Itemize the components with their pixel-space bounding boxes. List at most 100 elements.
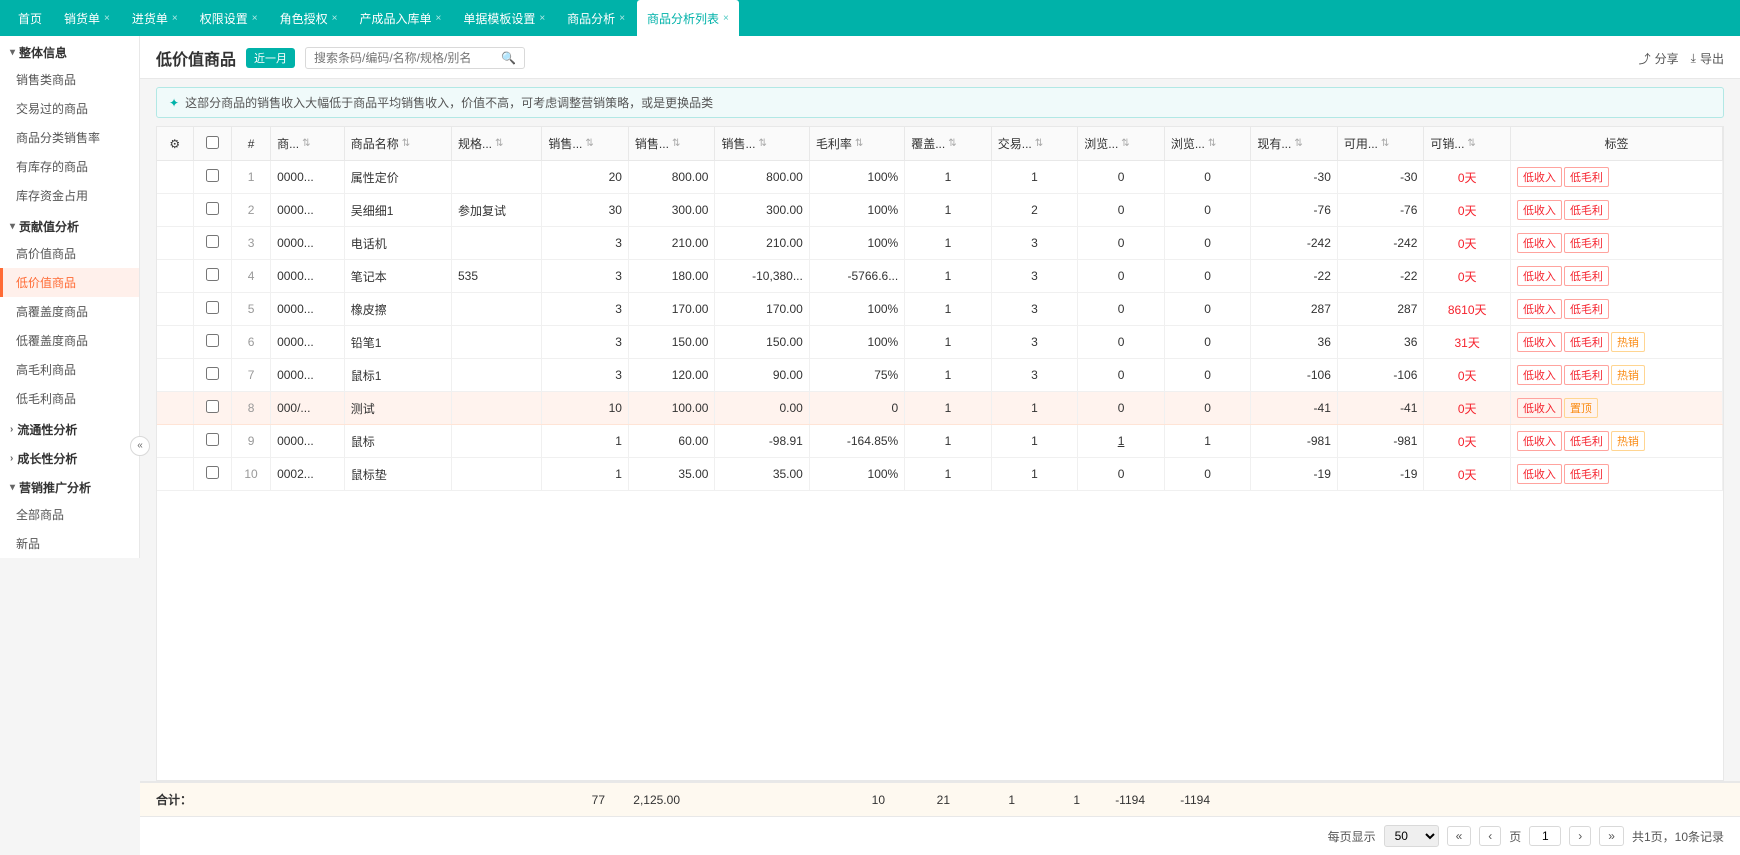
- sidebar-group-marketing[interactable]: ▾ 营销推广分析: [0, 471, 139, 500]
- row-gear[interactable]: [157, 392, 193, 425]
- row-name[interactable]: 吴细细1: [344, 194, 451, 227]
- code-sort-icon[interactable]: ⇅: [302, 138, 310, 149]
- row-gear[interactable]: [157, 227, 193, 260]
- next-page-button[interactable]: ›: [1569, 826, 1591, 846]
- name-column-header[interactable]: 商品名称⇅: [344, 127, 451, 161]
- available-sort-icon[interactable]: ⇅: [1381, 138, 1389, 149]
- nav-home[interactable]: 首页: [8, 0, 52, 36]
- row-gear[interactable]: [157, 359, 193, 392]
- last-page-button[interactable]: »: [1599, 826, 1624, 846]
- row-name[interactable]: 鼠标垫: [344, 458, 451, 491]
- sales-amt-column-header[interactable]: 销售...⇅: [628, 127, 715, 161]
- browse2-sort-icon[interactable]: ⇅: [1208, 138, 1216, 149]
- sellable-sort-icon[interactable]: ⇅: [1467, 138, 1475, 149]
- sales-qty-column-header[interactable]: 销售...⇅: [542, 127, 629, 161]
- first-page-button[interactable]: «: [1447, 826, 1472, 846]
- nav-analysis-list-close[interactable]: ×: [723, 13, 729, 24]
- sidebar-item-stocked-goods[interactable]: 有库存的商品: [0, 152, 139, 181]
- spec-column-header[interactable]: 规格...⇅: [451, 127, 541, 161]
- browse2-column-header[interactable]: 浏览...⇅: [1164, 127, 1251, 161]
- row-name[interactable]: 测试: [344, 392, 451, 425]
- coverage-column-header[interactable]: 覆盖...⇅: [905, 127, 992, 161]
- nav-product-in[interactable]: 产成品入库单 ×: [349, 0, 451, 36]
- row-gear[interactable]: [157, 161, 193, 194]
- browse1-sort-icon[interactable]: ⇅: [1121, 138, 1129, 149]
- sidebar-item-traded-goods[interactable]: 交易过的商品: [0, 94, 139, 123]
- sidebar-group-overall[interactable]: ▾ 整体信息: [0, 36, 139, 65]
- nav-template-close[interactable]: ×: [539, 13, 545, 24]
- row-checkbox[interactable]: [206, 169, 219, 182]
- sidebar-item-inventory-capital[interactable]: 库存资金占用: [0, 181, 139, 210]
- sidebar-item-high-margin[interactable]: 高毛利商品: [0, 355, 139, 384]
- browse1-column-header[interactable]: 浏览...⇅: [1078, 127, 1165, 161]
- nav-product-in-close[interactable]: ×: [435, 13, 441, 24]
- search-icon[interactable]: 🔍: [501, 51, 516, 65]
- gross-rate-column-header[interactable]: 毛利率⇅: [809, 127, 904, 161]
- row-gear[interactable]: [157, 260, 193, 293]
- sidebar-item-low-coverage[interactable]: 低覆盖度商品: [0, 326, 139, 355]
- nav-sales[interactable]: 销货单 ×: [54, 0, 120, 36]
- nav-purchase[interactable]: 进货单 ×: [122, 0, 188, 36]
- select-all-checkbox[interactable]: [206, 136, 219, 149]
- sidebar-item-low-margin[interactable]: 低毛利商品: [0, 384, 139, 413]
- time-range-tag[interactable]: 近一月: [246, 48, 295, 68]
- share-button[interactable]: ⤴ 分享: [1639, 50, 1679, 67]
- sales-cost-sort-icon[interactable]: ⇅: [758, 138, 766, 149]
- settings-column-header[interactable]: ⚙: [157, 127, 193, 161]
- sidebar-item-category-rate[interactable]: 商品分类销售率: [0, 123, 139, 152]
- sidebar-group-growth[interactable]: › 成长性分析: [0, 442, 139, 471]
- row-checkbox[interactable]: [206, 202, 219, 215]
- row-browse1[interactable]: 1: [1078, 425, 1165, 458]
- nav-permission[interactable]: 权限设置 ×: [190, 0, 268, 36]
- row-checkbox[interactable]: [206, 334, 219, 347]
- page-number-input[interactable]: [1529, 826, 1561, 846]
- row-gear[interactable]: [157, 293, 193, 326]
- sales-cost-column-header[interactable]: 销售...⇅: [715, 127, 809, 161]
- row-checkbox[interactable]: [206, 400, 219, 413]
- row-gear[interactable]: [157, 194, 193, 227]
- current-column-header[interactable]: 现有...⇅: [1251, 127, 1338, 161]
- row-name[interactable]: 橡皮擦: [344, 293, 451, 326]
- row-name[interactable]: 笔记本: [344, 260, 451, 293]
- coverage-sort-icon[interactable]: ⇅: [948, 138, 956, 149]
- row-name[interactable]: 鼠标: [344, 425, 451, 458]
- code-column-header[interactable]: 商...⇅: [271, 127, 345, 161]
- row-name[interactable]: 电话机: [344, 227, 451, 260]
- nav-role[interactable]: 角色授权 ×: [270, 0, 348, 36]
- sidebar-item-high-coverage[interactable]: 高覆盖度商品: [0, 297, 139, 326]
- nav-role-close[interactable]: ×: [332, 13, 338, 24]
- page-size-select[interactable]: 50 100: [1384, 825, 1439, 847]
- row-checkbox[interactable]: [206, 268, 219, 281]
- row-name[interactable]: 铅笔1: [344, 326, 451, 359]
- current-sort-icon[interactable]: ⇅: [1294, 138, 1302, 149]
- row-checkbox[interactable]: [206, 301, 219, 314]
- sidebar-group-contribution[interactable]: ▾ 贡献值分析: [0, 210, 139, 239]
- search-input[interactable]: [314, 51, 495, 65]
- sidebar-item-low-value[interactable]: 低价值商品: [0, 268, 139, 297]
- row-gear[interactable]: [157, 458, 193, 491]
- sales-qty-sort-icon[interactable]: ⇅: [585, 138, 593, 149]
- trade-column-header[interactable]: 交易...⇅: [991, 127, 1078, 161]
- row-name[interactable]: 鼠标1: [344, 359, 451, 392]
- row-checkbox[interactable]: [206, 367, 219, 380]
- nav-sales-close[interactable]: ×: [104, 13, 110, 24]
- gross-rate-sort-icon[interactable]: ⇅: [855, 138, 863, 149]
- prev-page-button[interactable]: ‹: [1479, 826, 1501, 846]
- available-column-header[interactable]: 可用...⇅: [1337, 127, 1424, 161]
- nav-analysis-close[interactable]: ×: [619, 13, 625, 24]
- nav-purchase-close[interactable]: ×: [172, 13, 178, 24]
- row-checkbox[interactable]: [206, 433, 219, 446]
- nav-permission-close[interactable]: ×: [252, 13, 258, 24]
- name-sort-icon[interactable]: ⇅: [402, 138, 410, 149]
- sales-amt-sort-icon[interactable]: ⇅: [672, 138, 680, 149]
- nav-analysis-list[interactable]: 商品分析列表 ×: [637, 0, 739, 36]
- nav-template[interactable]: 单据模板设置 ×: [453, 0, 555, 36]
- trade-sort-icon[interactable]: ⇅: [1035, 138, 1043, 149]
- row-checkbox[interactable]: [206, 466, 219, 479]
- sidebar-collapse-button[interactable]: «: [130, 436, 150, 456]
- row-checkbox[interactable]: [206, 235, 219, 248]
- sidebar-item-new-goods[interactable]: 新品: [0, 529, 139, 558]
- spec-sort-icon[interactable]: ⇅: [495, 138, 503, 149]
- export-button[interactable]: ⤓ 导出: [1691, 50, 1724, 67]
- sellable-column-header[interactable]: 可销...⇅: [1424, 127, 1511, 161]
